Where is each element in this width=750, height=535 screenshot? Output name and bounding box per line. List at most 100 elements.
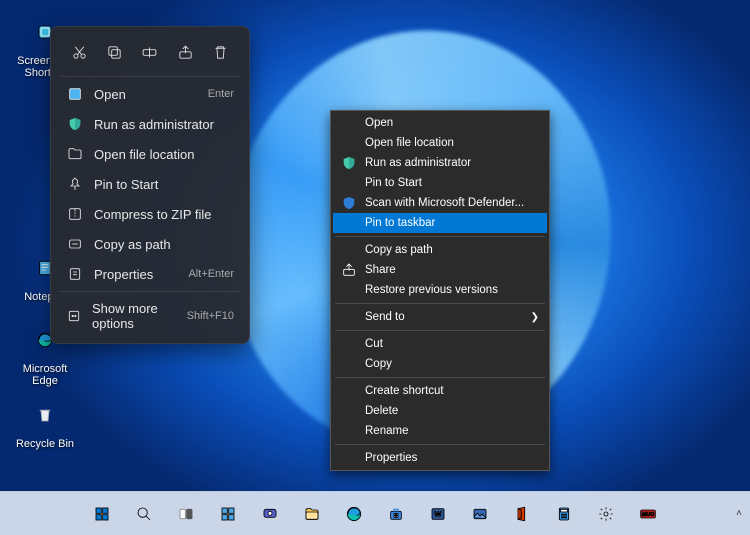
menu-separator [335,303,545,304]
cut-icon[interactable] [66,38,94,66]
legacy-menu-item-label: Copy as path [365,244,433,256]
legacy-menu-item-pin-to-start[interactable]: Pin to Start [333,173,547,193]
menu-item-shortcut: Alt+Enter [188,268,234,280]
legacy-menu-item-copy[interactable]: Copy [333,354,547,374]
menu-item-properties[interactable]: Properties Alt+Enter [56,259,244,289]
legacy-menu-item-copy-as-path[interactable]: Copy as path [333,240,547,260]
shield-icon [341,155,357,171]
legacy-menu-item-label: Properties [365,452,417,464]
menu-item-run-as-administrator[interactable]: Run as administrator [56,109,244,139]
muo-icon[interactable]: MUO [630,496,666,532]
submenu-arrow-icon: ❯ [531,312,539,323]
legacy-menu-item-scan-with-microsoft-defender-[interactable]: Scan with Microsoft Defender... [333,193,547,213]
menu-item-label: Open file location [94,147,194,162]
calc-icon[interactable] [546,496,582,532]
legacy-menu-item-send-to[interactable]: Send to ❯ [333,307,547,327]
svg-text:W: W [435,509,442,518]
menu-item-label: Open [94,87,126,102]
taskbar: W MUO ˄ [0,491,750,535]
menu-item-pin-to-start[interactable]: Pin to Start [56,169,244,199]
menu-item-label: Show more options [92,301,187,331]
legacy-menu-item-cut[interactable]: Cut [333,334,547,354]
legacy-menu-item-open-file-location[interactable]: Open file location [333,133,547,153]
taskbar-system-tray[interactable]: ˄ [736,508,742,519]
legacy-menu-item-label: Delete [365,405,398,417]
start-button[interactable] [84,496,120,532]
recycle-bin-icon [25,395,65,435]
menu-item-copy-as-path[interactable]: Copy as path [56,229,244,259]
legacy-menu-item-label: Create shortcut [365,385,444,397]
menu-item-open[interactable]: Open Enter [56,79,244,109]
menu-item-shortcut: Shift+F10 [187,310,234,322]
legacy-menu-item-run-as-administrator[interactable]: Run as administrator [333,153,547,173]
rename-icon[interactable] [136,38,164,66]
delete-icon[interactable] [206,38,234,66]
more-icon [66,308,82,324]
desktop-icon-label: Microsoft Edge [10,363,80,387]
office-icon[interactable] [504,496,540,532]
share-icon [341,262,357,278]
taskview-icon[interactable] [168,496,204,532]
menu-separator [335,377,545,378]
legacy-menu-item-label: Copy [365,358,392,370]
chat-icon[interactable] [252,496,288,532]
legacy-menu-item-label: Rename [365,425,408,437]
menu-item-label: Pin to Start [94,177,158,192]
zip-icon [66,206,84,222]
menu-separator [335,236,545,237]
pin-icon [66,176,84,192]
legacy-menu-item-label: Run as administrator [365,157,471,169]
legacy-menu-item-properties[interactable]: Properties [333,448,547,468]
win11-context-menu: Open Enter Run as administrator Open file l… [50,26,250,344]
widgets-icon[interactable] [210,496,246,532]
copy-icon[interactable] [101,38,129,66]
menu-separator [60,291,240,292]
legacy-menu-item-label: Share [365,264,396,276]
menu-item-show-more-options[interactable]: Show more optionsShift+F10 [56,294,244,338]
folder-icon [66,146,84,162]
legacy-menu-item-share[interactable]: Share [333,260,547,280]
context-menu-action-row [56,32,244,74]
legacy-menu-item-label: Restore previous versions [365,284,498,296]
legacy-menu-item-delete[interactable]: Delete [333,401,547,421]
file-explorer-icon[interactable] [294,496,330,532]
open-icon [66,86,84,102]
legacy-menu-item-pin-to-taskbar[interactable]: Pin to taskbar [333,213,547,233]
legacy-menu-item-label: Send to [365,311,405,323]
store-icon[interactable] [378,496,414,532]
settings-icon[interactable] [588,496,624,532]
legacy-menu-item-label: Open file location [365,137,454,149]
desktop-icon-recycle-bin[interactable]: Recycle Bin [10,395,80,450]
path-icon [66,236,84,252]
legacy-context-menu: Open Open file location Run as administrat… [330,110,550,471]
menu-item-label: Properties [94,267,153,282]
word-icon[interactable]: W [420,496,456,532]
legacy-menu-item-open[interactable]: Open [333,113,547,133]
legacy-menu-item-rename[interactable]: Rename [333,421,547,441]
share-icon[interactable] [171,38,199,66]
menu-item-label: Compress to ZIP file [94,207,212,222]
legacy-menu-item-label: Cut [365,338,383,350]
svg-text:MUO: MUO [642,512,654,518]
legacy-menu-item-label: Pin to taskbar [365,217,435,229]
tray-chevron-icon[interactable]: ˄ [736,508,742,519]
menu-separator [335,444,545,445]
shield-icon [66,116,84,132]
desktop-icon-label: Recycle Bin [16,438,74,450]
menu-item-shortcut: Enter [208,88,234,100]
menu-item-label: Run as administrator [94,117,214,132]
menu-item-open-file-location[interactable]: Open file location [56,139,244,169]
legacy-menu-item-restore-previous-versions[interactable]: Restore previous versions [333,280,547,300]
edge-taskbar-icon[interactable] [336,496,372,532]
menu-item-compress-to-zip-file[interactable]: Compress to ZIP file [56,199,244,229]
photos-icon[interactable] [462,496,498,532]
menu-separator [335,330,545,331]
legacy-menu-item-label: Open [365,117,393,129]
properties-icon [66,266,84,282]
legacy-menu-item-create-shortcut[interactable]: Create shortcut [333,381,547,401]
defender-icon [341,195,357,211]
legacy-menu-item-label: Pin to Start [365,177,422,189]
menu-item-label: Copy as path [94,237,171,252]
menu-separator [60,76,240,77]
search-icon[interactable] [126,496,162,532]
